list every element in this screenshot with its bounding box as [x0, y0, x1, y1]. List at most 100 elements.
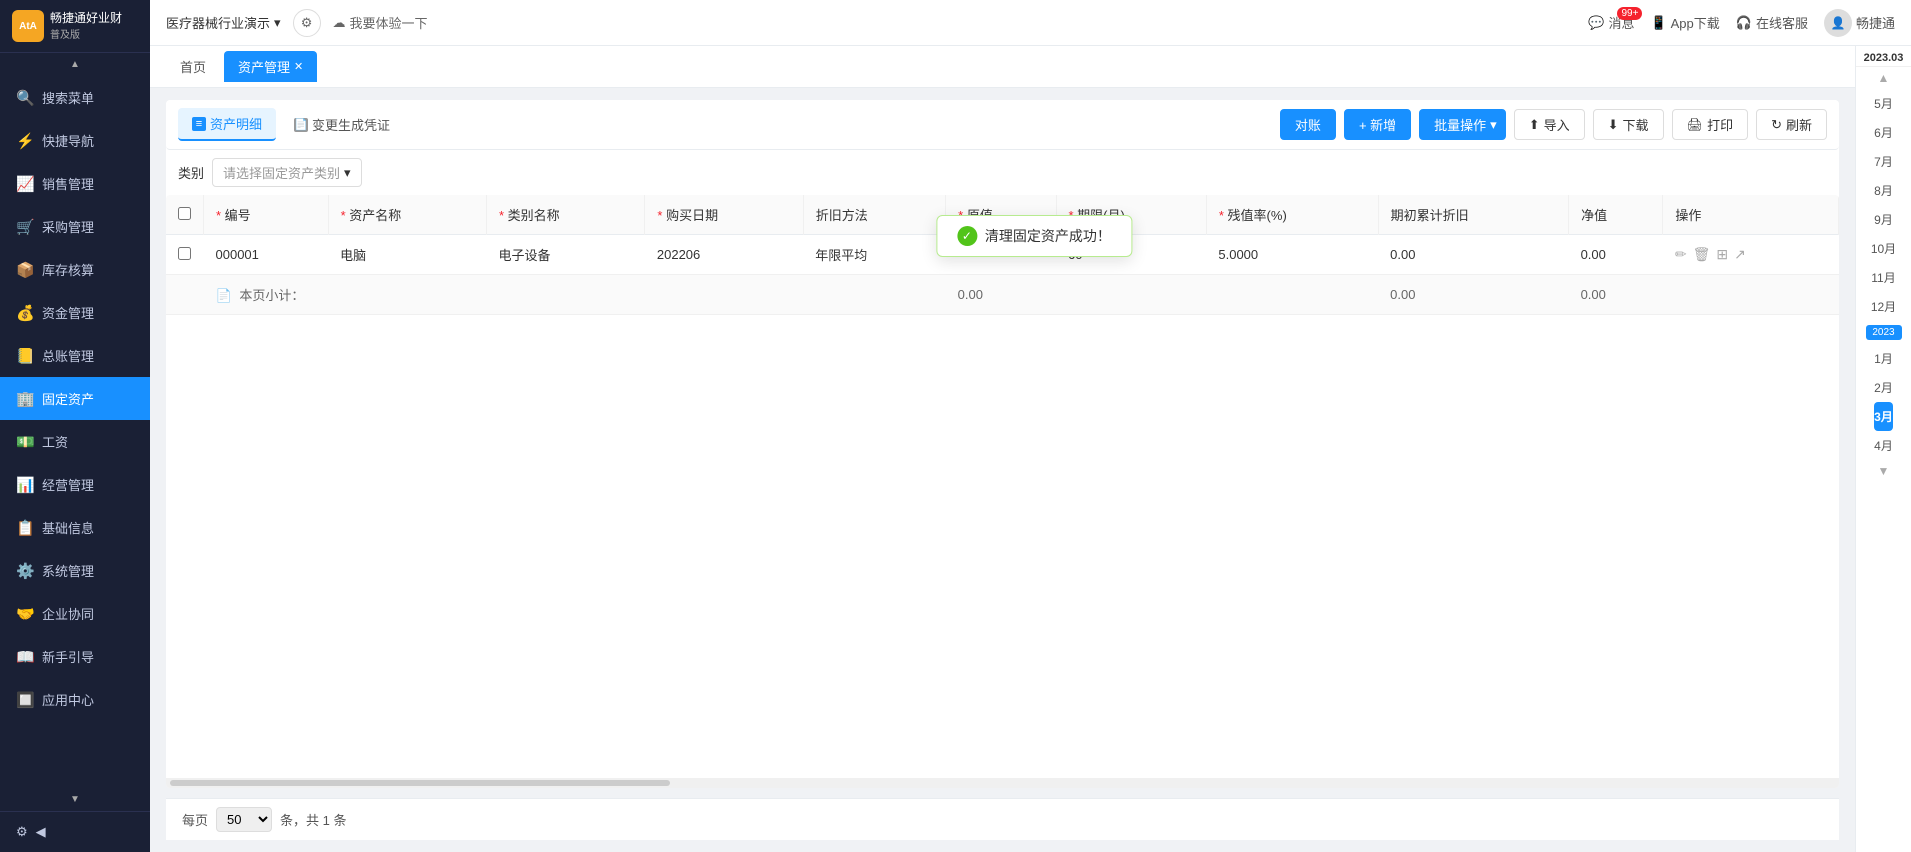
row-name: 电脑 [328, 235, 486, 275]
topbar-right: 💬 消息 99+ 📱 App下载 🎧 在线客服 👤 畅捷通 [1588, 9, 1895, 37]
sub-tab-generate-voucher[interactable]: 📄 变更生成凭证 [280, 109, 404, 140]
header-category: * 类别名称 [486, 195, 644, 235]
new-button[interactable]: + 新增 [1344, 109, 1411, 140]
sub-tab-generate-voucher-label: 变更生成凭证 [312, 115, 390, 134]
sidebar-item-operations[interactable]: 📊经营管理 [0, 463, 150, 506]
calendar-month-12月[interactable]: 12月 [1871, 292, 1896, 321]
horizontal-scrollbar[interactable] [166, 778, 1839, 788]
download-button[interactable]: ⬇ 下载 [1593, 109, 1664, 140]
online-service-button[interactable]: 🎧 在线客服 [1736, 13, 1808, 32]
content-area: 首页 资产管理 ✕ ≡ 资产明细 [150, 46, 1911, 852]
sidebar-item-sales[interactable]: 📈销售管理 [0, 162, 150, 205]
table-header: * 编号 * 资产名称 * 类别名称 * 购买日期 折旧方法 * 原值 * 期限… [166, 195, 1839, 235]
search-icon: 🔍 [16, 89, 34, 107]
refresh-button[interactable]: ↻ 刷新 [1756, 109, 1827, 140]
sidebar-scroll-down[interactable]: ▼ [68, 792, 82, 807]
per-page-select[interactable]: 50 100 200 [216, 807, 272, 832]
apps-icon: 🔲 [16, 691, 34, 709]
user-menu[interactable]: 👤 畅捷通 [1824, 9, 1895, 37]
header-period: * 期限(月) [1056, 195, 1206, 235]
batch-ops-button[interactable]: 批量操作 ▾ [1419, 109, 1506, 140]
total-label: 条，共 1 条 [280, 810, 346, 829]
import-button[interactable]: ⬆ 导入 [1514, 109, 1585, 140]
header-purchase-date: * 购买日期 [645, 195, 803, 235]
category-select-arrow: ▾ [344, 165, 351, 181]
collapse-icon[interactable]: ◀ [36, 824, 46, 840]
tab-home[interactable]: 首页 [166, 51, 220, 82]
cooperation-icon: 🤝 [16, 605, 34, 623]
calendar-month-2月[interactable]: 2月 [1874, 373, 1893, 402]
calendar-month-4月[interactable]: 4月 [1874, 431, 1893, 460]
calendar-prev-months: 5月6月7月8月9月10月11月12月 [1871, 89, 1896, 321]
more-icon[interactable]: ↗ [1734, 246, 1746, 263]
calendar-up-arrow[interactable]: ▲ [1874, 67, 1894, 89]
copy-icon[interactable]: ⊞ [1716, 246, 1728, 263]
sidebar-item-salary[interactable]: 💵工资 [0, 420, 150, 463]
sidebar-scroll-up[interactable]: ▲ [68, 57, 82, 72]
messages-button[interactable]: 💬 消息 99+ [1588, 13, 1634, 32]
sidebar-item-apps[interactable]: 🔲应用中心 [0, 678, 150, 721]
sidebar-logo: AtA 畅捷通好业财 普及版 [0, 0, 150, 53]
print-button[interactable]: 🖨 打印 [1672, 109, 1749, 140]
calendar-header-text: 2023.03 [1864, 52, 1904, 64]
row-purchase-date: 202206 [645, 235, 803, 275]
row-initial-depreciation: 0.00 [1378, 235, 1568, 275]
edit-icon[interactable]: ✏ [1675, 246, 1687, 263]
calendar-month-5月[interactable]: 5月 [1871, 89, 1896, 118]
reconcile-button[interactable]: 对账 [1280, 109, 1336, 140]
right-calendar-panel: 2023.03 ▲ 5月6月7月8月9月10月11月12月 2023 1月2月3… [1855, 46, 1911, 852]
calendar-month-7月[interactable]: 7月 [1871, 147, 1896, 176]
sidebar-item-ledger[interactable]: 📒总账管理 [0, 334, 150, 377]
header-net-value: 净值 [1569, 195, 1663, 235]
quicknav-icon: ⚡ [16, 132, 34, 150]
sidebar-item-guide[interactable]: 📖新手引导 [0, 635, 150, 678]
sidebar-item-finance[interactable]: 💰资金管理 [0, 291, 150, 334]
salary-icon: 💵 [16, 433, 34, 451]
online-service-label: 在线客服 [1756, 13, 1808, 32]
sidebar-item-quicknav[interactable]: ⚡ 快捷导航 [0, 119, 150, 162]
sidebar-item-basic_info[interactable]: 📋基础信息 [0, 506, 150, 549]
delete-icon[interactable]: 🗑 [1693, 246, 1711, 263]
app-download-label: App下载 [1671, 13, 1720, 32]
page-wrapper: ≡ 资产明细 📄 变更生成凭证 对账 [166, 100, 1839, 788]
settings-button[interactable]: ⚙ [293, 9, 321, 37]
sidebar-item-fixed_assets[interactable]: 🏢固定资产 [0, 377, 150, 420]
scroll-thumb[interactable] [170, 780, 670, 786]
tab-close-icon[interactable]: ✕ [294, 60, 303, 73]
category-select[interactable]: 请选择固定资产类别 ▾ [212, 158, 362, 187]
sidebar-item-label: 快捷导航 [42, 131, 94, 150]
sidebar-item-purchase[interactable]: 🛒采购管理 [0, 205, 150, 248]
header-id: * 编号 [204, 195, 329, 235]
row-original-value [946, 235, 1056, 275]
calendar-month-6月[interactable]: 6月 [1871, 118, 1896, 147]
sidebar-item-label: 搜索菜单 [42, 88, 94, 107]
settings-icon: ⚙ [16, 824, 28, 840]
experience-button[interactable]: ☁ 我要体验一下 [333, 13, 428, 32]
message-icon: 💬 [1588, 15, 1604, 31]
sub-tabs-bar: ≡ 资产明细 📄 变更生成凭证 对账 [166, 100, 1839, 150]
select-all-checkbox[interactable] [178, 207, 191, 220]
row-checkbox[interactable] [178, 247, 191, 260]
calendar-down-arrow[interactable]: ▼ [1874, 460, 1894, 482]
sidebar: AtA 畅捷通好业财 普及版 ▲ 🔍 搜索菜单 ⚡ 快捷导航 📈销售管理🛒采购管理📦库存… [0, 0, 150, 852]
sidebar-settings[interactable]: ⚙ ◀ [0, 811, 150, 852]
calendar-month-11月[interactable]: 11月 [1871, 263, 1896, 292]
calendar-month-1月[interactable]: 1月 [1874, 344, 1893, 373]
sidebar-item-search[interactable]: 🔍 搜索菜单 [0, 76, 150, 119]
sidebar-item-inventory[interactable]: 📦库存核算 [0, 248, 150, 291]
username: 畅捷通 [1856, 13, 1895, 32]
calendar-month-3月[interactable]: 3月 [1874, 402, 1893, 431]
sidebar-item-system[interactable]: ⚙️系统管理 [0, 549, 150, 592]
calendar-month-9月[interactable]: 9月 [1871, 205, 1896, 234]
sidebar-item-cooperation[interactable]: 🤝企业协同 [0, 592, 150, 635]
inner-content: ≡ 资产明细 📄 变更生成凭证 对账 [150, 88, 1855, 852]
sidebar-item-label: 新手引导 [42, 647, 94, 666]
app-download-button[interactable]: 📱 App下载 [1650, 13, 1719, 32]
logo-icon: AtA [12, 10, 44, 42]
header-checkbox-cell [166, 195, 204, 235]
calendar-month-10月[interactable]: 10月 [1871, 234, 1896, 263]
company-selector[interactable]: 医疗器械行业演示 ▾ [166, 13, 281, 32]
sub-tab-asset-detail[interactable]: ≡ 资产明细 [178, 108, 276, 141]
tab-asset-management[interactable]: 资产管理 ✕ [224, 51, 317, 82]
calendar-month-8月[interactable]: 8月 [1871, 176, 1896, 205]
